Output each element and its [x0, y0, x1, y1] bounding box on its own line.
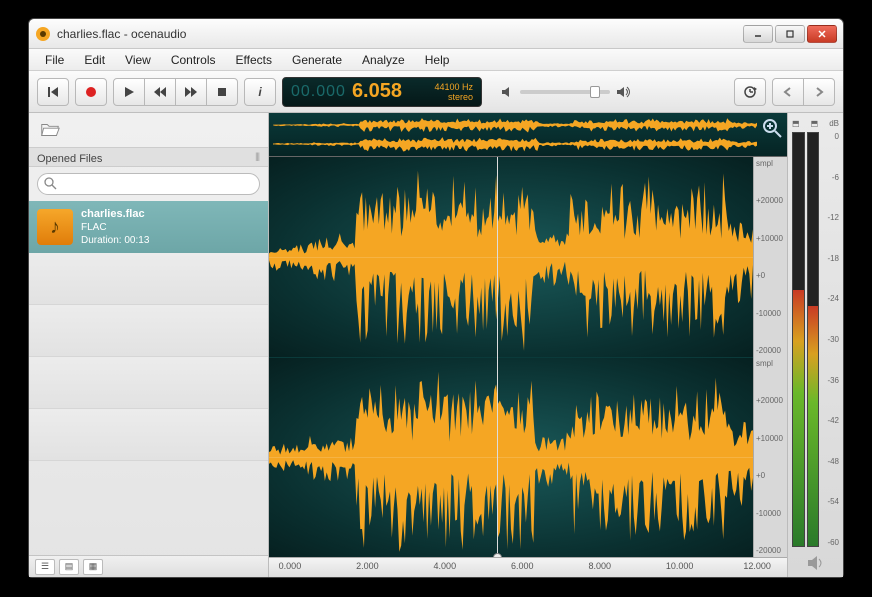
- sidebar-grip-icon[interactable]: ⦀: [255, 152, 260, 165]
- sidebar-search: [29, 167, 268, 201]
- sidebar-footer: ☰ ▤ ▦: [29, 555, 268, 577]
- record-button[interactable]: [75, 78, 107, 106]
- time-current: 6.058: [352, 80, 402, 103]
- view-detail-button[interactable]: ▤: [59, 559, 79, 575]
- meter-left: [792, 132, 805, 547]
- close-button[interactable]: [807, 25, 837, 43]
- volume-thumb[interactable]: [590, 86, 600, 98]
- file-item-selected[interactable]: ♪ charlies.flac FLAC Duration: 00:13: [29, 201, 268, 253]
- app-window: charlies.flac - ocenaudio FileEditViewCo…: [28, 18, 844, 578]
- file-slot-empty: [29, 357, 268, 409]
- search-icon: [44, 177, 57, 190]
- zoom-in-icon[interactable]: [761, 117, 783, 139]
- overview-wave-left: [273, 117, 757, 133]
- speaker-icon[interactable]: [806, 555, 826, 571]
- menu-effects[interactable]: Effects: [226, 51, 282, 69]
- search-input[interactable]: [37, 173, 260, 195]
- nav-back-button[interactable]: [772, 78, 804, 106]
- file-slot-empty: [29, 305, 268, 357]
- titlebar: charlies.flac - ocenaudio: [29, 19, 843, 49]
- skip-start-button[interactable]: [37, 78, 69, 106]
- window-title: charlies.flac - ocenaudio: [57, 27, 186, 41]
- volume-control[interactable]: [500, 85, 632, 99]
- music-note-icon: ♪: [37, 209, 73, 245]
- playhead[interactable]: [497, 157, 498, 557]
- db-scale: 0-6-12-18-24-30-36-42-48-54-60: [823, 132, 839, 547]
- playhead-handle[interactable]: [493, 553, 502, 557]
- db-label: dB: [829, 119, 839, 128]
- level-meters: ⬒⬒dB 0-6-12-18-24-30-36-42-48-54-60: [787, 113, 843, 577]
- menu-view[interactable]: View: [115, 51, 161, 69]
- menu-analyze[interactable]: Analyze: [352, 51, 415, 69]
- file-slot-empty: [29, 409, 268, 461]
- menu-edit[interactable]: Edit: [74, 51, 115, 69]
- file-slot-empty: [29, 253, 268, 305]
- meter-right: [807, 132, 820, 547]
- time-display: 00.000 6.058 44100 Hz stereo: [282, 77, 482, 107]
- toolbar: i 00.000 6.058 44100 Hz stereo: [29, 71, 843, 113]
- minimize-button[interactable]: [743, 25, 773, 43]
- volume-low-icon: [500, 85, 514, 99]
- fast-forward-button[interactable]: [175, 78, 207, 106]
- volume-high-icon: [616, 85, 632, 99]
- play-button[interactable]: [113, 78, 145, 106]
- sidebar-header: [29, 113, 268, 147]
- file-name: charlies.flac: [81, 208, 149, 221]
- sidebar-title: Opened Files: [37, 153, 102, 165]
- timeline-ruler[interactable]: 0.0002.0004.0006.0008.00010.00012.000: [269, 557, 787, 577]
- waveform-area: smpl+20000+10000+0-10000-20000smpl+20000…: [269, 113, 787, 577]
- nav-forward-button[interactable]: [803, 78, 835, 106]
- menu-file[interactable]: File: [35, 51, 74, 69]
- app-icon: [35, 26, 51, 42]
- view-list-button[interactable]: ☰: [35, 559, 55, 575]
- maximize-button[interactable]: [775, 25, 805, 43]
- history-button[interactable]: [734, 78, 766, 106]
- stop-button[interactable]: [206, 78, 238, 106]
- volume-slider[interactable]: [520, 90, 610, 94]
- menu-help[interactable]: Help: [415, 51, 460, 69]
- channel-right[interactable]: [269, 357, 753, 558]
- menu-generate[interactable]: Generate: [282, 51, 352, 69]
- info-button[interactable]: i: [244, 78, 276, 106]
- time-rate-info: 44100 Hz stereo: [434, 82, 473, 102]
- svg-text:i: i: [258, 85, 262, 99]
- overview-track[interactable]: [269, 113, 787, 157]
- overview-wave-right: [273, 136, 757, 152]
- view-grid-button[interactable]: ▦: [83, 559, 103, 575]
- time-dim: 00.000: [291, 83, 346, 101]
- waveform-main[interactable]: smpl+20000+10000+0-10000-20000smpl+20000…: [269, 157, 787, 557]
- amplitude-scale: smpl+20000+10000+0-10000-20000smpl+20000…: [753, 157, 787, 557]
- channel-left[interactable]: [269, 157, 753, 357]
- rewind-button[interactable]: [144, 78, 176, 106]
- sidebar-title-bar: Opened Files ⦀: [29, 147, 268, 167]
- folder-open-icon[interactable]: [39, 119, 61, 141]
- file-format: FLAC: [81, 221, 149, 234]
- sidebar: Opened Files ⦀ ♪ charlies.flac FLAC Dura…: [29, 113, 269, 577]
- file-list: ♪ charlies.flac FLAC Duration: 00:13: [29, 201, 268, 555]
- menu-controls[interactable]: Controls: [161, 51, 226, 69]
- file-duration: Duration: 00:13: [81, 234, 149, 247]
- menubar: FileEditViewControlsEffectsGenerateAnaly…: [29, 49, 843, 71]
- workspace: Opened Files ⦀ ♪ charlies.flac FLAC Dura…: [29, 113, 843, 577]
